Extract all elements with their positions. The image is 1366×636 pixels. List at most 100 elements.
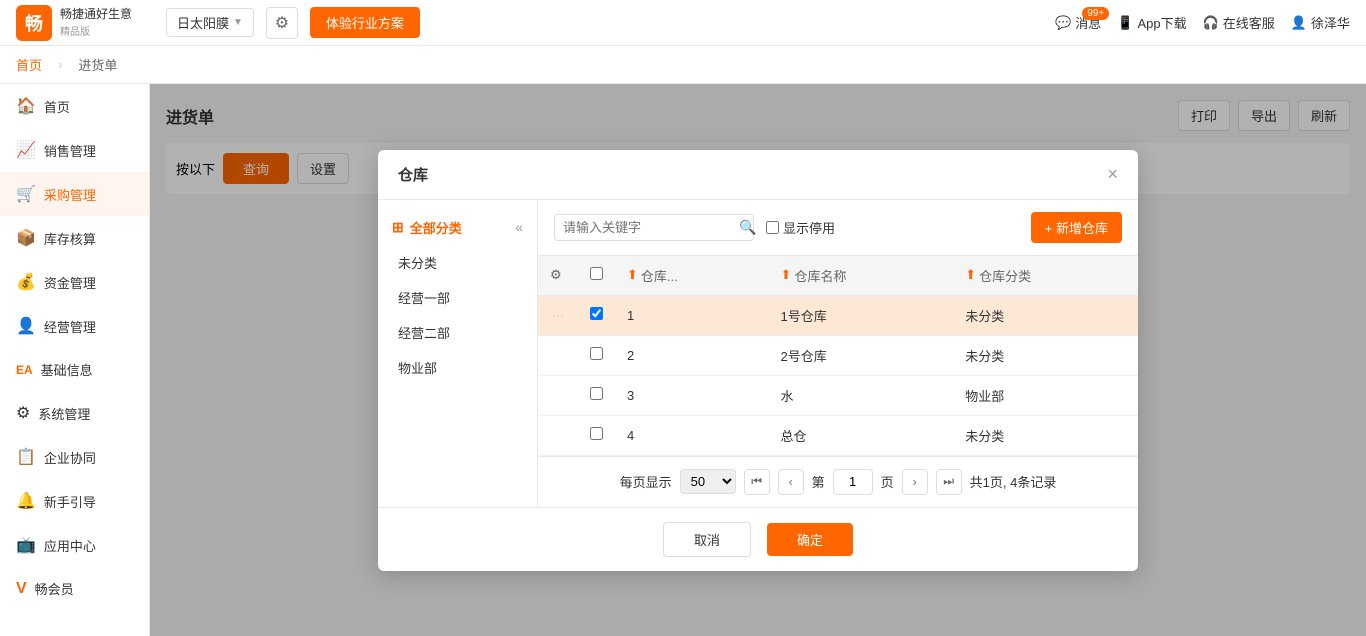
app-icon: 📱 (1117, 15, 1133, 31)
table-row[interactable]: 4 总仓 未分类 (538, 415, 1138, 455)
collapse-icon[interactable]: « (515, 219, 523, 235)
prev-page-button[interactable]: ‹ (778, 469, 804, 495)
sidebar-item-sales[interactable]: 📈 销售管理 (0, 128, 149, 172)
page-number-input[interactable] (833, 469, 873, 495)
avatar-icon: 👤 (1291, 15, 1307, 31)
table-row[interactable]: ··· 1 1号仓库 未分类 (538, 295, 1138, 335)
sort-icon-name: ⬆ (781, 267, 792, 283)
category-panel: ⊞ 全部分类 « 未分类 经营一部 经营二部 物业部 (378, 200, 538, 507)
warehouse-dialog: 仓库 × ⊞ 全部分类 « 未分类 (378, 150, 1138, 571)
select-all-checkbox[interactable] (590, 267, 603, 280)
sidebar-label-vip: 畅会员 (35, 579, 74, 598)
row-actions: ··· (538, 295, 578, 335)
page-summary: 共1页, 4条记录 (970, 472, 1057, 491)
message-area[interactable]: 💬 消息 99+ (1055, 13, 1101, 32)
trial-button[interactable]: 体验行业方案 (310, 7, 420, 38)
th-code-label: 仓库... (641, 266, 678, 285)
show-disabled-checkbox[interactable] (766, 221, 779, 234)
app-download-area[interactable]: 📱 App下载 (1117, 13, 1186, 32)
row-checkbox[interactable] (590, 387, 603, 400)
category-item-ops1[interactable]: 经营一部 (378, 280, 537, 315)
breadcrumb-sep: › (58, 57, 62, 72)
th-checkbox (578, 256, 615, 296)
sidebar-item-home[interactable]: 🏠 首页 (0, 84, 149, 128)
sidebar-item-inventory[interactable]: 📦 库存核算 (0, 216, 149, 260)
sidebar-label-home: 首页 (44, 97, 70, 116)
category-item-unclassified[interactable]: 未分类 (378, 245, 537, 280)
sidebar-item-purchase[interactable]: 🛒 采购管理 (0, 172, 149, 216)
message-badge: 99+ (1082, 7, 1109, 20)
sidebar-label-system: 系统管理 (38, 404, 90, 423)
last-page-button[interactable]: ⏭ (936, 469, 962, 495)
cancel-button[interactable]: 取消 (663, 522, 751, 557)
add-warehouse-button[interactable]: + 新增仓库 (1031, 212, 1122, 243)
first-page-button[interactable]: ⏮ (744, 469, 770, 495)
row-actions (538, 375, 578, 415)
more-icon[interactable]: ··· (552, 308, 565, 323)
inventory-icon: 📦 (16, 228, 36, 248)
table-row[interactable]: 2 2号仓库 未分类 (538, 335, 1138, 375)
sidebar-item-collab[interactable]: 📋 企业协同 (0, 435, 149, 479)
sidebar-item-guide[interactable]: 🔔 新手引导 (0, 479, 149, 523)
sub-header: 首页 › 进货单 (0, 46, 1366, 84)
content-area: 进货单 打印 导出 刷新 按以下 查询 设置 仓库 × (150, 84, 1366, 636)
gear-column-icon: ⚙ (550, 267, 562, 282)
toolbar-left: 🔍 显示停用 (554, 214, 835, 241)
sidebar-item-base-info[interactable]: EA 基础信息 (0, 348, 149, 391)
sidebar-item-finance[interactable]: 💰 资金管理 (0, 260, 149, 304)
sidebar-item-operations[interactable]: 👤 经营管理 (0, 304, 149, 348)
row-checkbox-cell (578, 295, 615, 335)
category-header[interactable]: ⊞ 全部分类 « (378, 210, 537, 245)
row-category: 物业部 (953, 375, 1138, 415)
brand-name: 畅捷通好生意 (60, 7, 132, 23)
page-size-select[interactable]: 50 10 20 100 (680, 469, 736, 494)
row-checkbox[interactable] (590, 427, 603, 440)
category-item-ops2[interactable]: 经营二部 (378, 315, 537, 350)
warehouse-table: ⚙ ⬆ 仓库... (538, 256, 1138, 456)
user-area[interactable]: 👤 徐泽华 (1291, 13, 1350, 32)
user-name: 徐泽华 (1311, 13, 1350, 32)
search-icon[interactable]: 🔍 (739, 219, 756, 236)
row-category: 未分类 (953, 295, 1138, 335)
header-right: 💬 消息 99+ 📱 App下载 🎧 在线客服 👤 徐泽华 (1055, 13, 1350, 32)
table-wrap: ⚙ ⬆ 仓库... (538, 256, 1138, 456)
sidebar-label-guide: 新手引导 (44, 492, 96, 511)
breadcrumb-home[interactable]: 首页 (16, 55, 42, 74)
th-settings: ⚙ (538, 256, 578, 296)
pagination-bar: 每页显示 50 10 20 100 ⏮ ‹ 第 页 (538, 456, 1138, 507)
app-label: App下载 (1137, 13, 1186, 32)
show-disabled-text: 显示停用 (783, 218, 835, 237)
per-page-label: 每页显示 (620, 472, 672, 491)
store-selector[interactable]: 日太阳膜 ▼ (166, 8, 254, 37)
confirm-button[interactable]: 确定 (767, 523, 853, 556)
dialog-body: ⊞ 全部分类 « 未分类 经营一部 经营二部 物业部 (378, 200, 1138, 507)
sidebar-item-apps[interactable]: 📺 应用中心 (0, 523, 149, 567)
dialog-close-button[interactable]: × (1107, 164, 1118, 185)
main-layout: 🏠 首页 📈 销售管理 🛒 采购管理 📦 库存核算 💰 资金管理 👤 经营管理 … (0, 84, 1366, 636)
header-center: 日太阳膜 ▼ ⚙ 体验行业方案 (166, 7, 1055, 39)
row-checkbox[interactable] (590, 307, 603, 320)
next-page-button[interactable]: › (902, 469, 928, 495)
row-name: 2号仓库 (769, 335, 954, 375)
dialog-overlay: 仓库 × ⊞ 全部分类 « 未分类 (150, 84, 1366, 636)
search-input[interactable] (563, 220, 739, 235)
sidebar-item-vip[interactable]: V 畅会员 (0, 567, 149, 610)
top-header: 畅 畅捷通好生意 精品版 日太阳膜 ▼ ⚙ 体验行业方案 💬 消息 99+ 📱 … (0, 0, 1366, 46)
show-disabled-label[interactable]: 显示停用 (766, 218, 835, 237)
table-header-row: ⚙ ⬆ 仓库... (538, 256, 1138, 296)
sidebar-item-system[interactable]: ⚙ 系统管理 (0, 391, 149, 435)
settings-icon[interactable]: ⚙ (266, 7, 298, 39)
guide-icon: 🔔 (16, 491, 36, 511)
row-name: 1号仓库 (769, 295, 954, 335)
category-item-property[interactable]: 物业部 (378, 350, 537, 385)
row-category: 未分类 (953, 335, 1138, 375)
row-num: 4 (615, 415, 769, 455)
service-area[interactable]: 🎧 在线客服 (1203, 13, 1275, 32)
collab-icon: 📋 (16, 447, 36, 467)
row-checkbox[interactable] (590, 347, 603, 360)
sidebar: 🏠 首页 📈 销售管理 🛒 采购管理 📦 库存核算 💰 资金管理 👤 经营管理 … (0, 84, 150, 636)
row-actions (538, 335, 578, 375)
table-row[interactable]: 3 水 物业部 (538, 375, 1138, 415)
brand-logo: 畅 (16, 5, 52, 41)
headset-icon: 🎧 (1203, 15, 1219, 31)
